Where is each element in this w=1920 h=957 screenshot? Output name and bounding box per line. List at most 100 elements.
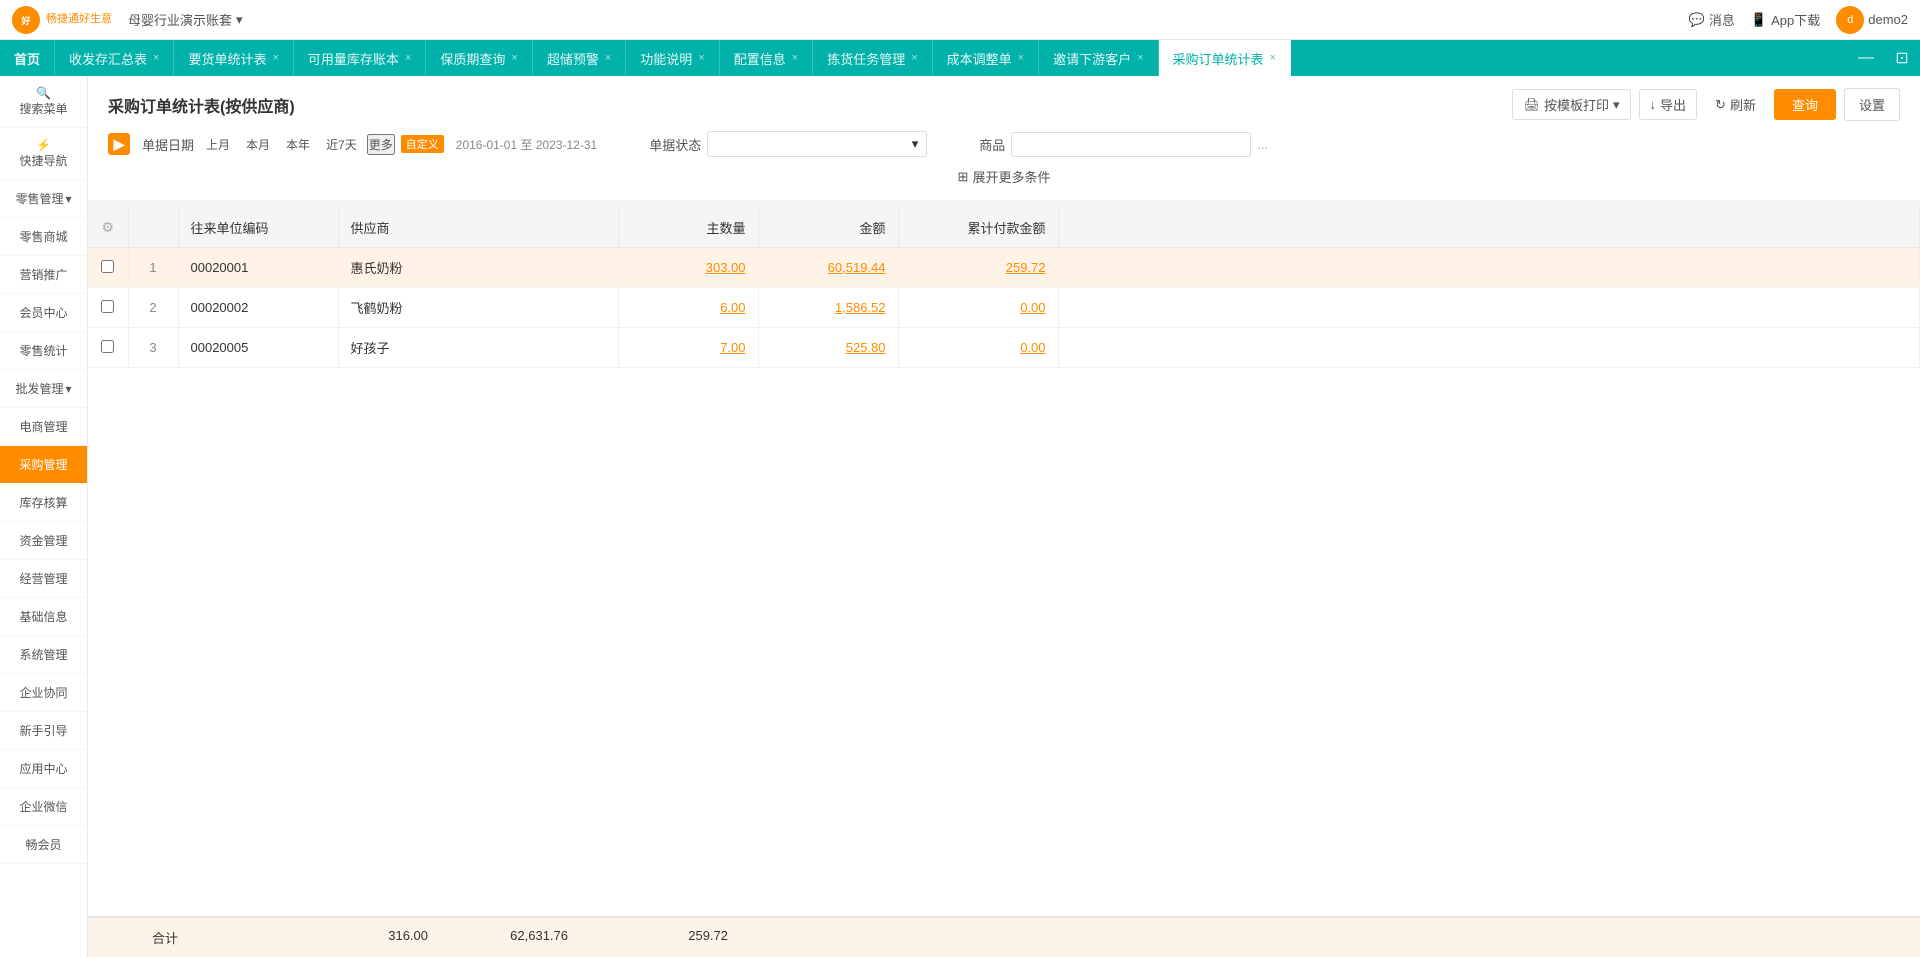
close-icon[interactable]: ×: [405, 52, 411, 64]
tab-cost-adjust[interactable]: 成本调整单 ×: [933, 40, 1039, 76]
settings-icon[interactable]: ⚙: [101, 219, 114, 235]
export-button[interactable]: ↓ 导出: [1639, 89, 1698, 120]
close-icon[interactable]: ×: [698, 52, 704, 64]
tab-config-info[interactable]: 配置信息 ×: [720, 40, 813, 76]
close-icon[interactable]: ×: [272, 52, 278, 64]
sidebar-item-app-center[interactable]: 应用中心: [0, 750, 87, 788]
sidebar-item-new-guide[interactable]: 新手引导: [0, 712, 87, 750]
app-download-button[interactable]: 📱 App下载: [1751, 10, 1820, 29]
close-icon[interactable]: ×: [792, 52, 798, 64]
date-shortcut-last-7days[interactable]: 近7天: [320, 134, 363, 155]
close-icon[interactable]: ×: [1270, 52, 1276, 64]
qty-link[interactable]: 7.00: [720, 340, 745, 355]
sidebar-item-member-program[interactable]: 畅会员: [0, 826, 87, 864]
sidebar-item-wechat[interactable]: 企业微信: [0, 788, 87, 826]
row-amount: 60,519.44: [758, 248, 898, 288]
sidebar-item-inventory[interactable]: 库存核算: [0, 484, 87, 522]
page-title-row: 采购订单统计表(按供应商) 🖨 按模板打印 ▾ ↓ 导出 ↻ 刷新: [108, 88, 1900, 121]
tab-overstock-warning[interactable]: 超储预警 ×: [533, 40, 626, 76]
amount-link[interactable]: 1,586.52: [835, 300, 886, 315]
amount-link[interactable]: 525.80: [846, 340, 886, 355]
table-footer: 合计 316.00 62,631.76 259.72: [88, 916, 1920, 957]
sidebar-item-quicknav[interactable]: ⚡ 快捷导航: [0, 128, 87, 180]
col-header-settings[interactable]: ⚙: [88, 208, 128, 248]
paid-link[interactable]: 259.72: [1006, 260, 1046, 275]
sidebar-item-basic-info[interactable]: 基础信息: [0, 598, 87, 636]
sidebar-item-system[interactable]: 系统管理: [0, 636, 87, 674]
col-header-amount: 金额: [758, 208, 898, 248]
status-filter-label: 单据状态: [649, 135, 701, 154]
sidebar-item-retail-mall[interactable]: 零售商城: [0, 218, 87, 256]
sidebar-item-ecommerce[interactable]: 电商管理: [0, 408, 87, 446]
message-button[interactable]: 💬 消息: [1689, 10, 1735, 29]
nav-tabs-end: — ⊡: [1848, 40, 1920, 76]
close-icon[interactable]: ×: [1137, 52, 1143, 64]
sidebar-item-marketing[interactable]: 营销推广: [0, 256, 87, 294]
sidebar-item-member[interactable]: 会员中心: [0, 294, 87, 332]
amount-link[interactable]: 60,519.44: [828, 260, 886, 275]
sidebar-item-purchase[interactable]: 采购管理: [0, 446, 87, 484]
sidebar-item-retail-stats[interactable]: 零售统计: [0, 332, 87, 370]
row-code: 00020005: [178, 328, 338, 368]
page-title: 采购订单统计表(按供应商): [108, 93, 295, 117]
expand-more-button[interactable]: ⊞ 展开更多条件: [958, 167, 1051, 186]
chevron-down-icon: ▾: [65, 382, 71, 396]
paid-link[interactable]: 0.00: [1020, 340, 1045, 355]
close-icon[interactable]: ×: [605, 52, 611, 64]
row-checkbox[interactable]: [88, 248, 128, 288]
date-shortcut-last-month[interactable]: 上月: [200, 134, 236, 155]
sidebar-item-search[interactable]: 🔍 搜索菜单: [0, 76, 87, 128]
close-icon[interactable]: ×: [1018, 52, 1024, 64]
qty-link[interactable]: 303.00: [706, 260, 746, 275]
close-icon[interactable]: ×: [153, 52, 159, 64]
maximize-button[interactable]: ⊡: [1884, 40, 1920, 76]
minimize-button[interactable]: —: [1848, 40, 1884, 76]
row-checkbox[interactable]: [88, 288, 128, 328]
tab-label: 拣货任务管理: [827, 49, 905, 68]
filter-toggle-button[interactable]: ▶: [108, 133, 130, 155]
date-more-button[interactable]: 更多: [367, 134, 395, 155]
query-button[interactable]: 查询: [1774, 89, 1836, 120]
checkbox[interactable]: [101, 300, 114, 313]
main-layout: 🔍 搜索菜单 ⚡ 快捷导航 零售管理 ▾ 零售商城 营销推广 会员中心 零售统计…: [0, 76, 1920, 957]
status-select[interactable]: ▾: [707, 131, 927, 157]
user-profile[interactable]: d demo2: [1836, 6, 1908, 34]
col-header-supplier: 供应商: [338, 208, 618, 248]
sidebar-item-finance[interactable]: 资金管理: [0, 522, 87, 560]
tab-picking-tasks[interactable]: 拣货任务管理 ×: [813, 40, 932, 76]
qty-link[interactable]: 6.00: [720, 300, 745, 315]
more-options-icon[interactable]: ...: [1257, 137, 1268, 152]
tab-receive-summary[interactable]: 收发存汇总表 ×: [55, 40, 174, 76]
sidebar-item-retail[interactable]: 零售管理 ▾: [0, 180, 87, 218]
date-shortcut-this-month[interactable]: 本月: [240, 134, 276, 155]
close-icon[interactable]: ×: [511, 52, 517, 64]
checkbox[interactable]: [101, 340, 114, 353]
workspace-label: 母婴行业演示账套: [128, 10, 232, 29]
tab-home-label: 首页: [14, 49, 40, 68]
tab-function-desc[interactable]: 功能说明 ×: [626, 40, 719, 76]
sidebar-item-enterprise[interactable]: 企业协同: [0, 674, 87, 712]
tab-purchase-summary[interactable]: 采购订单统计表 ×: [1159, 40, 1291, 76]
sidebar-item-wholesale[interactable]: 批发管理 ▾: [0, 370, 87, 408]
filter-area: ▶ 单据日期 上月 本月 本年 近7天 更多 自定义: [108, 131, 1900, 200]
sidebar-item-operations[interactable]: 经营管理: [0, 560, 87, 598]
tab-available-stock[interactable]: 可用量库存账本 ×: [294, 40, 426, 76]
row-checkbox[interactable]: [88, 328, 128, 368]
refresh-button[interactable]: ↻ 刷新: [1705, 90, 1766, 119]
tab-expiry-query[interactable]: 保质期查询 ×: [426, 40, 532, 76]
user-initial: d: [1847, 14, 1853, 26]
row-num: 2: [128, 288, 178, 328]
date-shortcut-this-year[interactable]: 本年: [280, 134, 316, 155]
row-qty: 7.00: [618, 328, 758, 368]
tab-order-summary[interactable]: 要货单统计表 ×: [174, 40, 293, 76]
tab-home[interactable]: 首页: [0, 40, 55, 76]
tab-invite-downstream[interactable]: 邀请下游客户 ×: [1039, 40, 1158, 76]
settings-button[interactable]: 设置: [1844, 88, 1900, 121]
checkbox[interactable]: [101, 260, 114, 273]
workspace-selector[interactable]: 母婴行业演示账套 ▾: [120, 6, 251, 33]
sidebar-item-label: 电商管理: [4, 418, 83, 435]
close-icon[interactable]: ×: [911, 52, 917, 64]
goods-input[interactable]: [1011, 132, 1251, 157]
paid-link[interactable]: 0.00: [1020, 300, 1045, 315]
template-print-button[interactable]: 🖨 按模板打印 ▾: [1512, 89, 1630, 120]
